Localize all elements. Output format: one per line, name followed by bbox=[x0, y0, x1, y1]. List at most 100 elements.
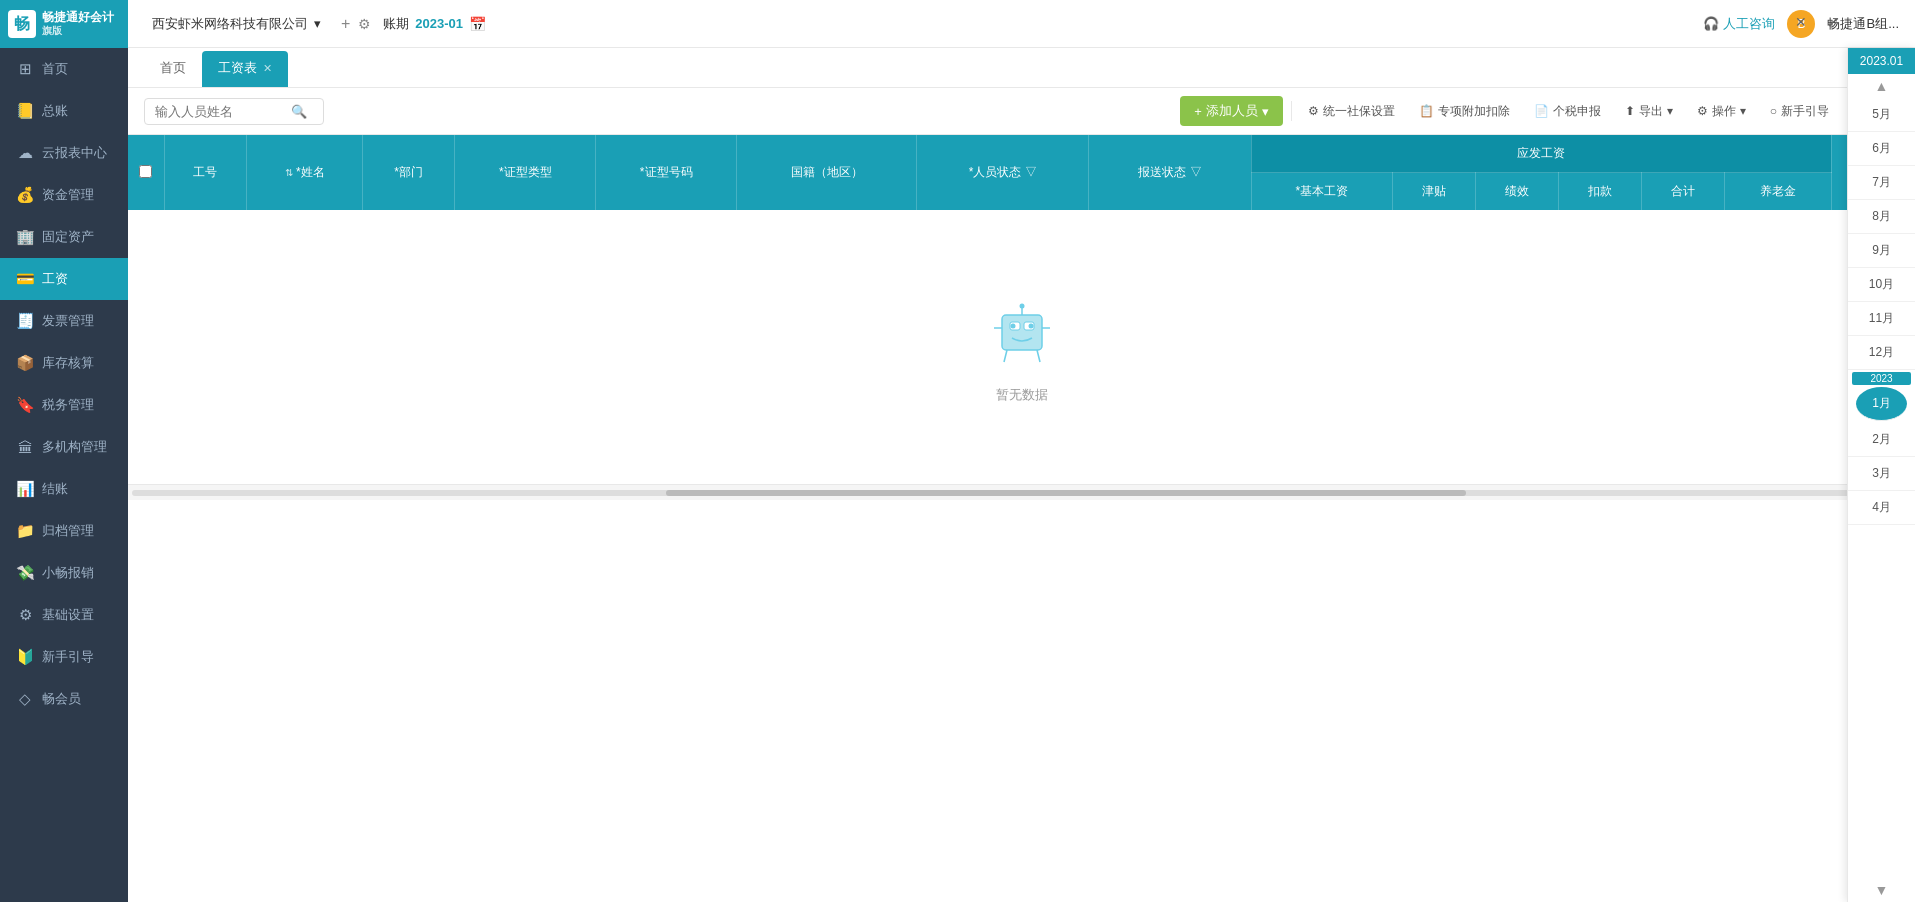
sidebar-label-tax: 税务管理 bbox=[42, 396, 94, 414]
cal-month-12月[interactable]: 12月 bbox=[1848, 336, 1915, 370]
tab-home[interactable]: 首页 bbox=[144, 51, 202, 87]
operate-label: 操作 bbox=[1712, 103, 1736, 120]
sidebar-item-tax[interactable]: 🔖 税务管理 bbox=[0, 384, 128, 426]
sidebar-label-salary: 工资 bbox=[42, 270, 68, 288]
tabbar: 首页 工资表 ✕ bbox=[128, 48, 1915, 88]
add-person-button[interactable]: + 添加人员 ▾ bbox=[1180, 96, 1283, 126]
sidebar-item-home[interactable]: ⊞首页 bbox=[0, 48, 128, 90]
select-all-checkbox[interactable] bbox=[139, 165, 152, 178]
assets-icon: 🏢 bbox=[16, 228, 34, 246]
search-box[interactable]: 🔍 bbox=[144, 98, 324, 125]
deduct-btn[interactable]: 📋 专项附加扣除 bbox=[1411, 99, 1518, 124]
sidebar-item-capital[interactable]: 💰资金管理 bbox=[0, 174, 128, 216]
svg-line-10 bbox=[1037, 350, 1040, 362]
sidebar-item-salary[interactable]: 💳 工资 bbox=[0, 258, 128, 300]
cal-scroll-up[interactable]: ▲ bbox=[1848, 74, 1915, 98]
sidebar-item-assets[interactable]: 🏢 固定资产 bbox=[0, 216, 128, 258]
col-group-salary: 应发工资 bbox=[1251, 135, 1831, 173]
add-company-btn[interactable]: + bbox=[341, 15, 350, 33]
scroll-track bbox=[132, 490, 1911, 496]
sidebar-item-vip[interactable]: ◇ 畅会员 bbox=[0, 678, 128, 720]
salary-icon: 💳 bbox=[16, 270, 34, 288]
col-checkbox[interactable] bbox=[128, 135, 164, 210]
dropdown-icon: ▾ bbox=[314, 16, 321, 31]
col-deduct: 扣款 bbox=[1558, 173, 1641, 211]
sidebar-item-guide[interactable]: 🔰新手引导 bbox=[0, 636, 128, 678]
sidebar-item-ledger[interactable]: 📒总账 bbox=[0, 90, 128, 132]
social-setting-btn[interactable]: ⚙ 统一社保设置 bbox=[1300, 99, 1403, 124]
cal-month-10月[interactable]: 10月 bbox=[1848, 268, 1915, 302]
app-edition: 旗版 bbox=[42, 24, 114, 38]
search-icon: 🔍 bbox=[291, 104, 307, 119]
col-name: ⇅ *姓名 bbox=[247, 135, 362, 210]
sidebar-item-invoice[interactable]: 🧾发票管理 bbox=[0, 300, 128, 342]
sidebar: 畅 畅捷通好会计 旗版 ⊞首页📒总账☁云报表中心💰资金管理 🏢 固定资产 💳 工资 🧾发票… bbox=[0, 0, 128, 902]
sort-icon[interactable]: ⇅ bbox=[285, 167, 293, 178]
cal-year-badge: 2023 bbox=[1852, 372, 1911, 385]
maximize-button[interactable]: ⤢ bbox=[1821, 10, 1845, 34]
cal-month-curr-1月[interactable]: 1月 bbox=[1856, 387, 1907, 421]
tab-home-label: 首页 bbox=[160, 59, 186, 77]
service-btn[interactable]: 🎧 人工咨询 bbox=[1703, 15, 1775, 33]
vip-icon: ◇ bbox=[16, 690, 34, 708]
period-label: 账期 bbox=[383, 15, 409, 33]
calendar-icon[interactable]: 📅 bbox=[469, 16, 486, 32]
sidebar-item-archive[interactable]: 📁归档管理 bbox=[0, 510, 128, 552]
svg-point-4 bbox=[1028, 324, 1033, 329]
cal-month-7月[interactable]: 7月 bbox=[1848, 166, 1915, 200]
sidebar-item-multi[interactable]: 🏛多机构管理 bbox=[0, 426, 128, 468]
cal-month-curr-3月[interactable]: 3月 bbox=[1848, 457, 1915, 491]
topbar: 西安虾米网络科技有限公司 ▾ + ⚙ 账期 2023-01 📅 🎧 人工咨询 B… bbox=[128, 0, 1915, 48]
app-name: 畅捷通好会计 bbox=[42, 10, 114, 24]
settings-icon: ⚙ bbox=[16, 606, 34, 624]
invoice-icon: 🧾 bbox=[16, 312, 34, 330]
cal-month-curr-2月[interactable]: 2月 bbox=[1848, 423, 1915, 457]
settings-icon[interactable]: ⚙ bbox=[358, 16, 371, 32]
scroll-thumb[interactable] bbox=[666, 490, 1467, 496]
guide-label: 新手引导 bbox=[1781, 103, 1829, 120]
sidebar-item-expense[interactable]: 💸小畅报销 bbox=[0, 552, 128, 594]
tab-salary[interactable]: 工资表 ✕ bbox=[202, 51, 288, 87]
table-container: 工号 ⇅ *姓名 *部门 *证型类型 *证型号码 国籍（地区） *人员状态 ▽ … bbox=[128, 135, 1915, 902]
sidebar-label-archive: 归档管理 bbox=[42, 522, 94, 540]
cal-month-6月[interactable]: 6月 bbox=[1848, 132, 1915, 166]
tax-label: 个税申报 bbox=[1553, 103, 1601, 120]
app-logo: 畅 畅捷通好会计 旗版 bbox=[0, 0, 128, 48]
operate-btn[interactable]: ⚙ 操作 ▾ bbox=[1689, 99, 1754, 124]
cal-scroll-down[interactable]: ▼ bbox=[1848, 878, 1915, 902]
report-filter-icon[interactable]: ▽ bbox=[1190, 165, 1202, 179]
export-btn[interactable]: ⬆ 导出 ▾ bbox=[1617, 99, 1681, 124]
sidebar-item-closing[interactable]: 📊结账 bbox=[0, 468, 128, 510]
svg-line-9 bbox=[1004, 350, 1007, 362]
deduct-label: 专项附加扣除 bbox=[1438, 103, 1510, 120]
sidebar-item-report[interactable]: ☁云报表中心 bbox=[0, 132, 128, 174]
sidebar-item-settings[interactable]: ⚙基础设置 bbox=[0, 594, 128, 636]
period-value: 2023-01 bbox=[415, 16, 463, 31]
company-selector[interactable]: 西安虾米网络科技有限公司 ▾ bbox=[144, 11, 329, 37]
guide-btn[interactable]: ○ 新手引导 bbox=[1762, 99, 1837, 124]
guide-icon: 🔰 bbox=[16, 648, 34, 666]
close-button[interactable]: ✕ bbox=[1789, 10, 1813, 34]
horizontal-scrollbar[interactable] bbox=[128, 484, 1915, 500]
tab-salary-close[interactable]: ✕ bbox=[263, 62, 272, 75]
sidebar-item-inventory[interactable]: 📦库存核算 bbox=[0, 342, 128, 384]
closing-icon: 📊 bbox=[16, 480, 34, 498]
cal-month-5月[interactable]: 5月 bbox=[1848, 98, 1915, 132]
cal-header: 2023.01 bbox=[1848, 48, 1915, 74]
cal-month-curr-4月[interactable]: 4月 bbox=[1848, 491, 1915, 525]
period-display: 账期 2023-01 📅 bbox=[383, 15, 486, 33]
sidebar-label-vip: 畅会员 bbox=[42, 690, 81, 708]
sidebar-label-ledger: 总账 bbox=[42, 102, 68, 120]
svg-point-6 bbox=[1019, 304, 1024, 309]
status-filter-icon[interactable]: ▽ bbox=[1025, 165, 1037, 179]
tax-btn[interactable]: 📄 个税申报 bbox=[1526, 99, 1609, 124]
sidebar-label-assets: 固定资产 bbox=[42, 228, 94, 246]
cal-month-9月[interactable]: 9月 bbox=[1848, 234, 1915, 268]
sidebar-label-report: 云报表中心 bbox=[42, 144, 107, 162]
add-dropdown-icon: ▾ bbox=[1262, 104, 1269, 119]
operate-icon: ⚙ bbox=[1697, 104, 1708, 118]
tax-icon: 🔖 bbox=[16, 396, 34, 414]
cal-month-11月[interactable]: 11月 bbox=[1848, 302, 1915, 336]
cal-month-8月[interactable]: 8月 bbox=[1848, 200, 1915, 234]
search-input[interactable] bbox=[155, 104, 285, 119]
